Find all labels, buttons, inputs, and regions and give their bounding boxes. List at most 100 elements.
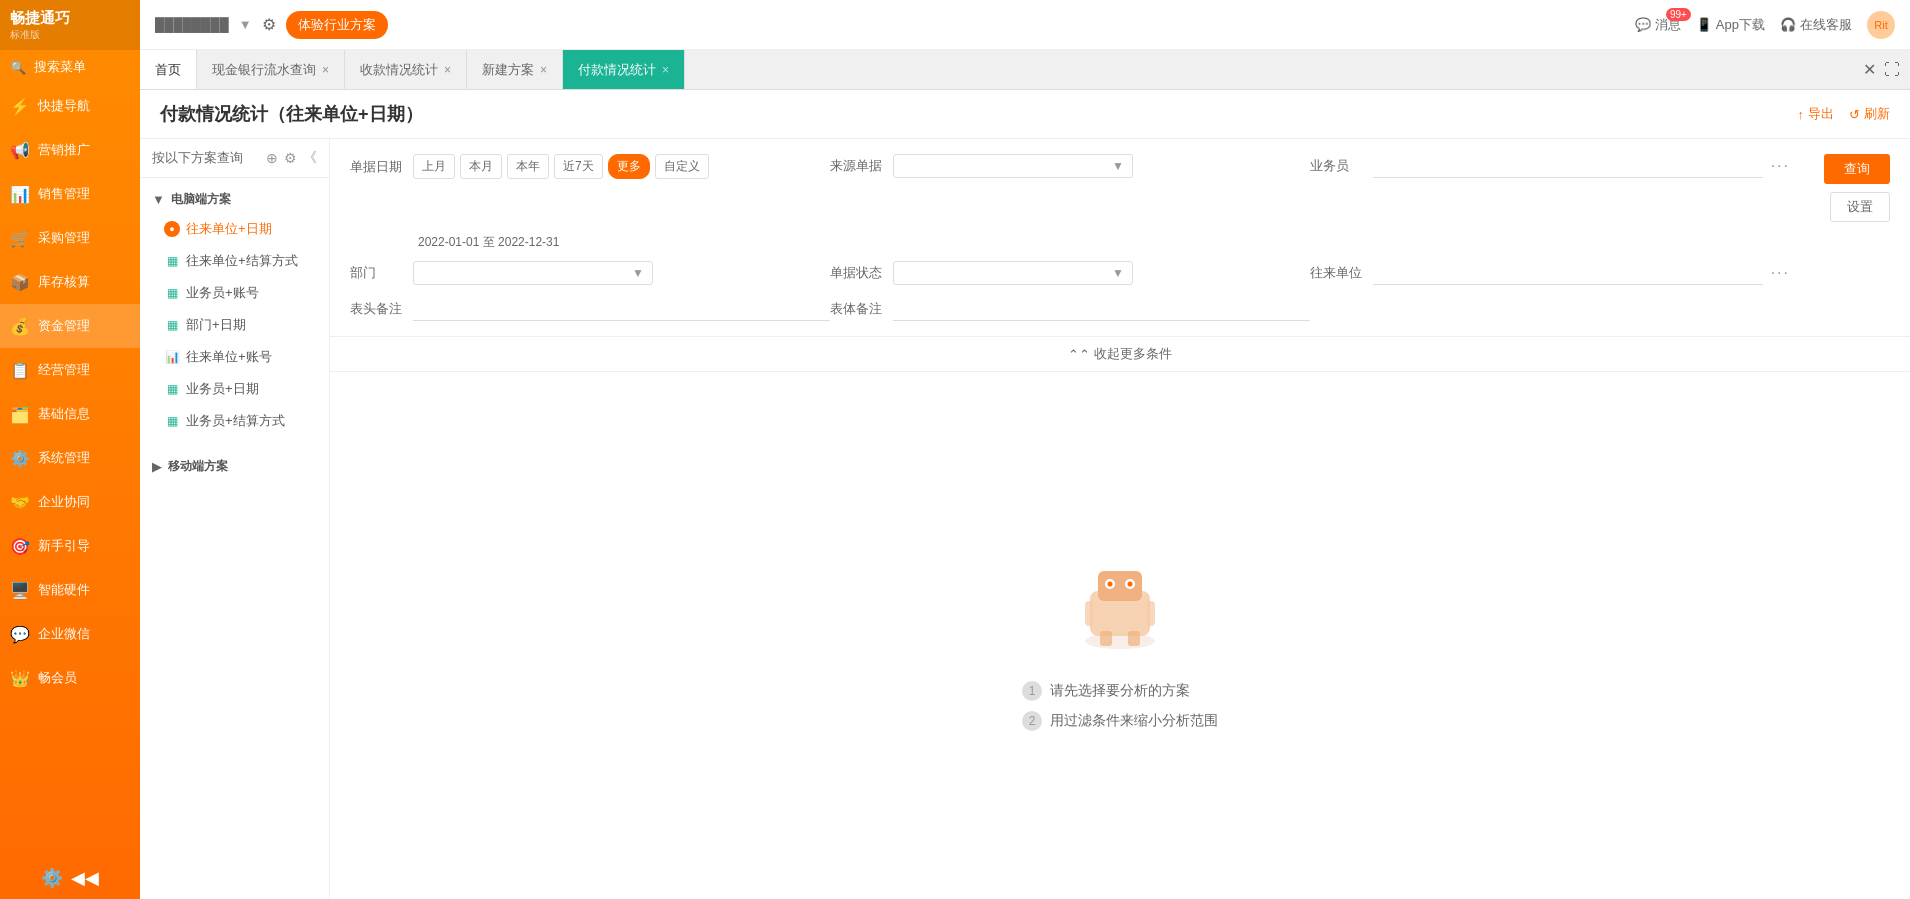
sidebar-item-nav[interactable]: ⚡ 快捷导航 (0, 84, 140, 128)
chevron-down-icon: ▼ (152, 192, 165, 207)
close-all-tabs-icon[interactable]: ✕ (1863, 60, 1876, 79)
scheme-item-salesman-account[interactable]: ▦ 业务员+账号 (140, 277, 329, 309)
sidebar-item-inventory[interactable]: 📦 库存核算 (0, 260, 140, 304)
refresh-btn[interactable]: ↺ 刷新 (1849, 105, 1890, 123)
user-info[interactable]: ████████ (155, 17, 229, 32)
messages-btn[interactable]: 💬 消息 99+ (1635, 16, 1681, 34)
tab-receipts-close[interactable]: × (444, 63, 451, 77)
user-dropdown-icon[interactable]: ▼ (239, 17, 252, 32)
sidebar-item-sales[interactable]: 📊 销售管理 (0, 172, 140, 216)
source-filter-label: 来源单据 (830, 157, 885, 175)
maximize-icon[interactable]: ⛶ (1884, 61, 1900, 79)
scheme-item-partner-payment[interactable]: ▦ 往来单位+结算方式 (140, 245, 329, 277)
date-filter-buttons: 上月 本月 本年 近7天 更多 自定义 (413, 154, 709, 179)
svg-rect-7 (1108, 596, 1132, 600)
tab-new-scheme[interactable]: 新建方案 × (467, 50, 563, 89)
chart-icon: 📊 (164, 349, 180, 365)
scheme-item-salesman-settlement[interactable]: ▦ 业务员+结算方式 (140, 405, 329, 437)
scheme-group-mobile-label: 移动端方案 (168, 458, 228, 475)
sidebar-item-finance[interactable]: 💰 资金管理 (0, 304, 140, 348)
settings-icon[interactable]: ⚙️ (41, 867, 63, 889)
trial-btn[interactable]: 体验行业方案 (286, 11, 388, 39)
last-7days-btn[interactable]: 近7天 (554, 154, 603, 179)
tab-home[interactable]: 首页 (140, 50, 197, 89)
this-month-btn[interactable]: 本月 (460, 154, 502, 179)
scheme-item-label: 业务员+账号 (186, 284, 259, 302)
export-icon: ↑ (1798, 107, 1805, 122)
sidebar-item-system[interactable]: ⚙️ 系统管理 (0, 436, 140, 480)
topbar: ████████ ▼ ⚙ 体验行业方案 💬 消息 99+ 📱 App下载 🎧 在… (140, 0, 1910, 50)
filter-area: 单据日期 上月 本月 本年 近7天 更多 自定义 来源单据 (330, 139, 1910, 337)
body-note-input[interactable] (893, 297, 1310, 321)
partner-input[interactable] (1373, 261, 1763, 285)
empty-tip-1: 1 请先选择要分析的方案 (1022, 681, 1218, 701)
tab-new-scheme-close[interactable]: × (540, 63, 547, 77)
tab-payment[interactable]: 付款情况统计 × (563, 50, 685, 89)
date-range-display: 2022-01-01 至 2022-12-31 (418, 235, 559, 249)
doc-status-dropdown-icon: ▼ (1112, 266, 1124, 280)
collapse-btn[interactable]: ⌃⌃ 收起更多条件 (1068, 345, 1172, 363)
settings-gear-icon[interactable]: ⚙ (262, 15, 276, 34)
page: 付款情况统计（往来单位+日期） ↑ 导出 ↺ 刷新 按以下方案查询 ⊕ (140, 90, 1910, 899)
scheme-group-desktop-header[interactable]: ▼ 电脑端方案 (140, 186, 329, 213)
nav-icon: ⚡ (10, 96, 30, 116)
sidebar-item-label: 系统管理 (38, 449, 90, 467)
sidebar-item-marketing[interactable]: 📢 营销推广 (0, 128, 140, 172)
salesman-input[interactable] (1373, 154, 1763, 178)
table-icon: ▦ (164, 253, 180, 269)
scheme-item-partner-date[interactable]: ● 往来单位+日期 (140, 213, 329, 245)
tab-payment-close[interactable]: × (662, 63, 669, 77)
tabbar-actions: ✕ ⛶ (1853, 50, 1910, 89)
this-year-btn[interactable]: 本年 (507, 154, 549, 179)
tab-receipts[interactable]: 收款情况统计 × (345, 50, 467, 89)
dept-select[interactable]: ▼ (413, 261, 653, 285)
search-menu-item[interactable]: 🔍 搜索菜单 (0, 50, 140, 84)
sidebar-item-label: 营销推广 (38, 141, 90, 159)
scheme-group-mobile-header[interactable]: ▶ 移动端方案 (140, 453, 329, 480)
setting-btn[interactable]: 设置 (1830, 192, 1890, 222)
sidebar-item-operation[interactable]: 📋 经营管理 (0, 348, 140, 392)
app-download-label: App下载 (1716, 16, 1765, 34)
manage-scheme-icon[interactable]: ⚙ (284, 150, 297, 166)
scheme-item-partner-account[interactable]: 📊 往来单位+账号 (140, 341, 329, 373)
salesman-more-icon[interactable]: ··· (1771, 157, 1790, 175)
scheme-item-salesman-date[interactable]: ▦ 业务员+日期 (140, 373, 329, 405)
more-date-btn[interactable]: 更多 (608, 154, 650, 179)
doc-status-select[interactable]: ▼ (893, 261, 1133, 285)
sidebar-item-purchase[interactable]: 🛒 采购管理 (0, 216, 140, 260)
source-select[interactable]: ▼ (893, 154, 1133, 178)
sidebar-item-hardware[interactable]: 🖥️ 智能硬件 (0, 568, 140, 612)
add-scheme-icon[interactable]: ⊕ (266, 150, 278, 166)
scheme-item-dept-date[interactable]: ▦ 部门+日期 (140, 309, 329, 341)
header-note-input[interactable] (413, 297, 830, 321)
sidebar-item-label: 销售管理 (38, 185, 90, 203)
partner-more-icon[interactable]: ··· (1771, 264, 1790, 282)
scheme-item-label: 往来单位+账号 (186, 348, 272, 366)
collapse-scheme-panel-icon[interactable]: 《 (303, 149, 317, 167)
collapse-sidebar-icon[interactable]: ◀◀ (71, 867, 99, 889)
export-btn[interactable]: ↑ 导出 (1798, 105, 1835, 123)
refresh-label: 刷新 (1864, 105, 1890, 123)
custom-date-btn[interactable]: 自定义 (655, 154, 709, 179)
query-btn[interactable]: 查询 (1824, 154, 1890, 184)
header-note-label: 表头备注 (350, 300, 405, 318)
empty-illustration (1060, 541, 1180, 661)
sidebar-item-enterprise[interactable]: 🤝 企业协同 (0, 480, 140, 524)
member-icon: 👑 (10, 668, 30, 688)
sidebar-item-label: 新手引导 (38, 537, 90, 555)
sidebar-item-guide[interactable]: 🎯 新手引导 (0, 524, 140, 568)
sidebar-item-basic[interactable]: 🗂️ 基础信息 (0, 392, 140, 436)
scheme-group-desktop-label: 电脑端方案 (171, 191, 231, 208)
app-edition: 标准版 (10, 28, 70, 42)
app-download-btn[interactable]: 📱 App下载 (1696, 16, 1765, 34)
tip-2-number: 2 (1022, 711, 1042, 731)
tab-bank[interactable]: 现金银行流水查询 × (197, 50, 345, 89)
sidebar-item-wechat[interactable]: 💬 企业微信 (0, 612, 140, 656)
tab-bank-close[interactable]: × (322, 63, 329, 77)
last-month-btn[interactable]: 上月 (413, 154, 455, 179)
scheme-header-label: 按以下方案查询 (152, 149, 243, 167)
user-avatar[interactable]: Rit (1867, 11, 1895, 39)
collapse-btn-label: 收起更多条件 (1094, 345, 1172, 363)
sidebar-item-member[interactable]: 👑 畅会员 (0, 656, 140, 700)
online-service-btn[interactable]: 🎧 在线客服 (1780, 16, 1852, 34)
